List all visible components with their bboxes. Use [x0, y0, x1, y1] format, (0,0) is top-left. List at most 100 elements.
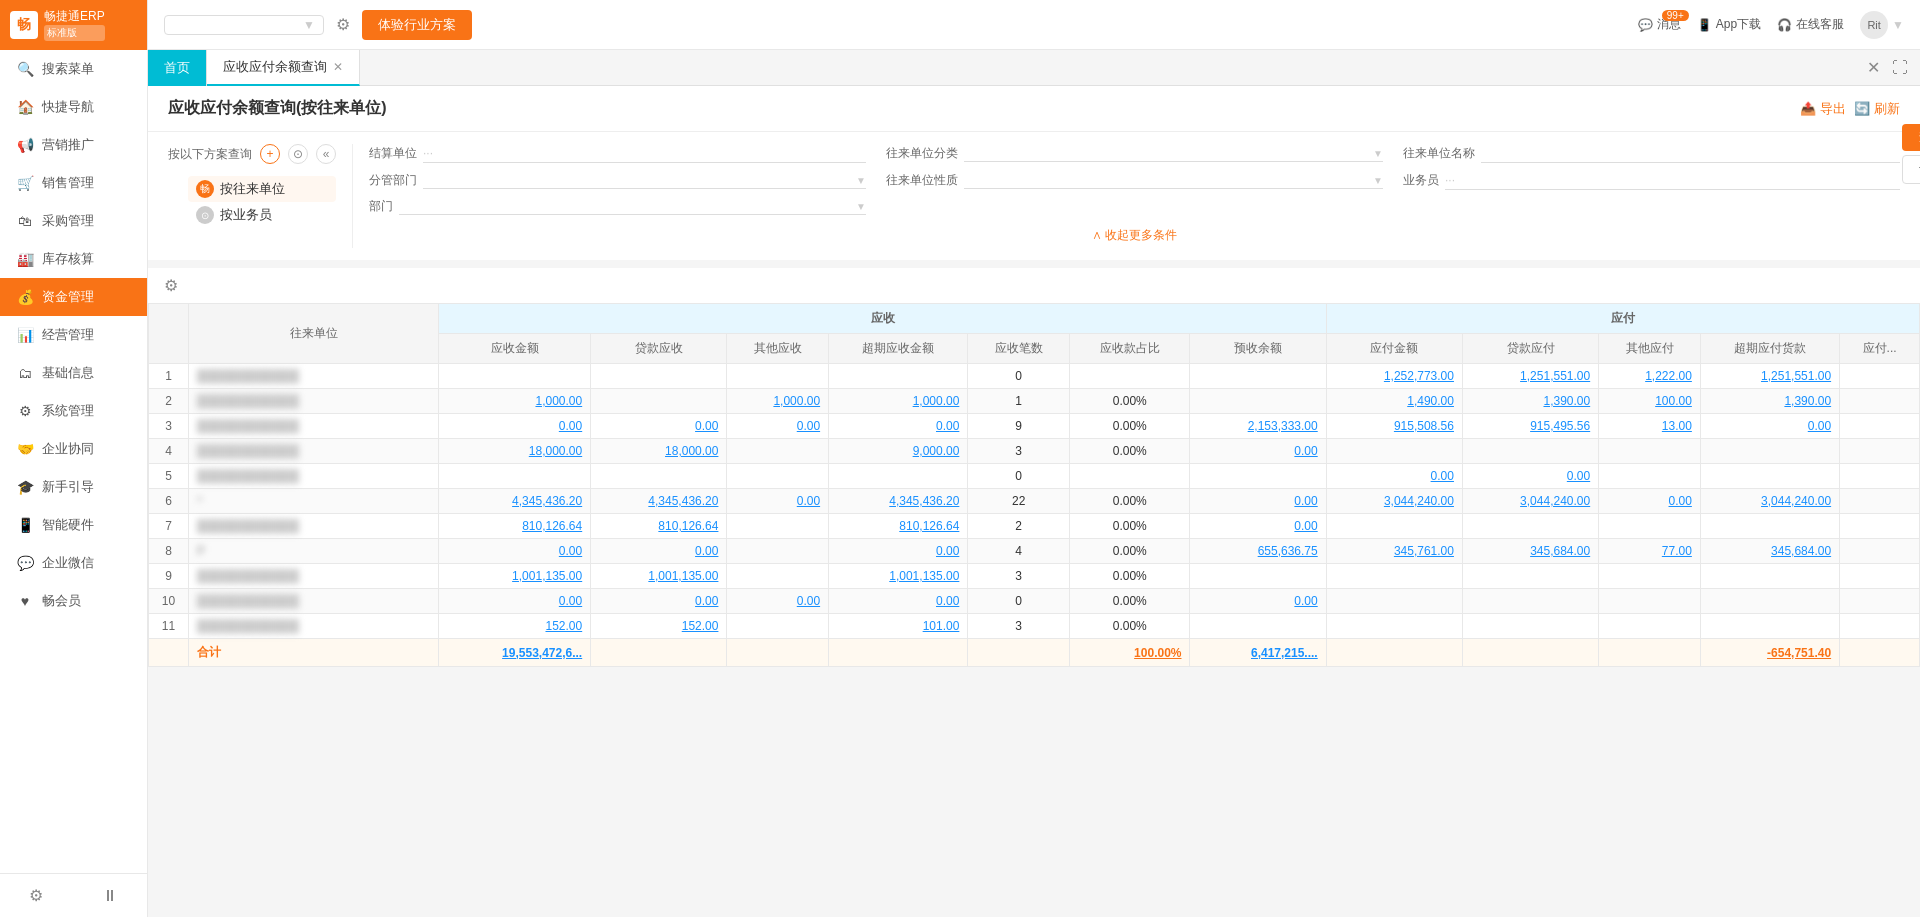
table-cell[interactable]: 1,001,135.00 [439, 564, 591, 589]
table-cell[interactable]: 77.00 [1599, 539, 1701, 564]
sidebar-item-hardware[interactable]: 📱 智能硬件 [0, 506, 147, 544]
sidebar-item-wechat[interactable]: 💬 企业微信 [0, 544, 147, 582]
sidebar-item-purchase[interactable]: 🛍 采购管理 [0, 202, 147, 240]
filter-add-btn[interactable]: + [260, 144, 280, 164]
solution-button[interactable]: 体验行业方案 [362, 10, 472, 40]
table-cell[interactable]: 0.00 [829, 414, 968, 439]
settlement-input[interactable]: ··· [423, 144, 866, 163]
table-cell[interactable]: 0.00 [727, 489, 829, 514]
table-cell[interactable]: 345,684.00 [1700, 539, 1839, 564]
table-cell[interactable]: 9,000.00 [829, 439, 968, 464]
table-cell[interactable]: 18,000.00 [439, 439, 591, 464]
search-input[interactable] [173, 18, 303, 32]
subfilter-by-partner[interactable]: 畅 按往来单位 [188, 176, 336, 202]
sidebar-item-shortcut[interactable]: 🏠 快捷导航 [0, 88, 147, 126]
table-cell[interactable]: 152.00 [439, 614, 591, 639]
tab-home[interactable]: 首页 [148, 50, 207, 86]
dept-input[interactable]: ▼ [399, 199, 866, 215]
table-cell[interactable]: 0.00 [1190, 439, 1326, 464]
messages-btn[interactable]: 💬 消息 99+ [1638, 16, 1681, 33]
table-cell[interactable]: 4,345,436.20 [829, 489, 968, 514]
topbar-search-box[interactable]: ▼ [164, 15, 324, 35]
table-cell[interactable]: 1,390.00 [1700, 389, 1839, 414]
table-cell[interactable]: 0.00 [1700, 414, 1839, 439]
table-cell[interactable]: 18,000.00 [591, 439, 727, 464]
table-cell[interactable]: 0.00 [727, 589, 829, 614]
table-cell[interactable]: 810,126.64 [591, 514, 727, 539]
refresh-btn[interactable]: 🔄 刷新 [1854, 100, 1900, 118]
table-settings-icon[interactable]: ⚙ [164, 276, 178, 295]
table-cell[interactable]: 3,044,240.00 [1326, 489, 1462, 514]
table-cell[interactable]: 1,251,551.00 [1700, 364, 1839, 389]
table-cell[interactable]: 0.00 [1190, 514, 1326, 539]
partner-name-input[interactable] [1481, 144, 1900, 163]
sidebar-item-operations[interactable]: 📊 经营管理 [0, 316, 147, 354]
table-cell[interactable]: 0.00 [439, 414, 591, 439]
tab-receivable[interactable]: 应收应付余额查询 ✕ [207, 50, 360, 86]
table-cell[interactable]: 3,044,240.00 [1700, 489, 1839, 514]
sidebar-item-collab[interactable]: 🤝 企业协同 [0, 430, 147, 468]
sidebar-item-system[interactable]: ⚙ 系统管理 [0, 392, 147, 430]
filter-collapse-btn[interactable]: ∧ 收起更多条件 [369, 223, 1900, 248]
table-cell[interactable]: 1,490.00 [1326, 389, 1462, 414]
table-cell[interactable]: 1,222.00 [1599, 364, 1701, 389]
table-cell[interactable]: 4,345,436.20 [439, 489, 591, 514]
table-cell[interactable]: 0.00 [1462, 464, 1598, 489]
sidebar-item-member[interactable]: ♥ 畅会员 [0, 582, 147, 620]
settings-button[interactable]: 设置 [1902, 155, 1920, 184]
table-cell[interactable]: 0.00 [829, 589, 968, 614]
sidebar-item-inventory[interactable]: 🏭 库存核算 [0, 240, 147, 278]
table-cell[interactable]: 655,636.75 [1190, 539, 1326, 564]
footer-overdue-payable[interactable]: -654,751.40 [1700, 639, 1839, 667]
partner-type-input[interactable]: ▼ [964, 146, 1383, 162]
table-cell[interactable]: 915,495.56 [1462, 414, 1598, 439]
table-cell[interactable]: 0.00 [829, 539, 968, 564]
table-cell[interactable]: 0.00 [439, 589, 591, 614]
table-cell[interactable]: 0.00 [591, 414, 727, 439]
table-cell[interactable]: 4,345,436.20 [591, 489, 727, 514]
table-cell[interactable]: 1,000.00 [829, 389, 968, 414]
tab-close-icon[interactable]: ✕ [333, 60, 343, 74]
table-cell[interactable]: 1,001,135.00 [829, 564, 968, 589]
table-cell[interactable]: 345,684.00 [1462, 539, 1598, 564]
table-cell[interactable]: 0.00 [1599, 489, 1701, 514]
table-cell[interactable]: 13.00 [1599, 414, 1701, 439]
topbar-gear-icon[interactable]: ⚙ [336, 15, 350, 34]
table-cell[interactable]: 1,001,135.00 [591, 564, 727, 589]
table-cell[interactable]: 810,126.64 [439, 514, 591, 539]
table-cell[interactable]: 101.00 [829, 614, 968, 639]
sidebar-item-search[interactable]: 🔍 搜索菜单 [0, 50, 147, 88]
dept-manager-input[interactable]: ▼ [423, 173, 866, 189]
table-scroll[interactable]: 往来单位 应收 应付 应收金额 贷款应收 其他应收 超期应收金额 应收笔数 应收… [148, 303, 1920, 667]
query-button[interactable]: 查询 [1902, 124, 1920, 151]
user-area[interactable]: Rit ▼ [1860, 11, 1904, 39]
table-cell[interactable]: 0.00 [727, 414, 829, 439]
app-download-btn[interactable]: 📱 App下载 [1697, 16, 1761, 33]
close-window-btn[interactable]: ✕ [1863, 58, 1884, 77]
footer-prepaid-balance[interactable]: 6,417,215.... [1190, 639, 1326, 667]
table-cell[interactable]: 152.00 [591, 614, 727, 639]
export-btn[interactable]: 📤 导出 [1800, 100, 1846, 118]
table-cell[interactable]: 0.00 [1326, 464, 1462, 489]
table-cell[interactable]: 1,390.00 [1462, 389, 1598, 414]
table-cell[interactable]: 0.00 [1190, 489, 1326, 514]
partner-nature-input[interactable]: ▼ [964, 173, 1383, 189]
subfilter-by-salesman[interactable]: ⊙ 按业务员 [188, 202, 336, 228]
sidebar-item-sales[interactable]: 🛒 销售管理 [0, 164, 147, 202]
table-cell[interactable]: 0.00 [591, 589, 727, 614]
filter-collapse-icon[interactable]: « [316, 144, 336, 164]
table-cell[interactable]: 0.00 [591, 539, 727, 564]
settings-bottom-btn[interactable]: ⚙ [21, 882, 51, 909]
footer-receivable-amount[interactable]: 19,553,472,6... [439, 639, 591, 667]
collapse-sidebar-btn[interactable]: ⏸ [94, 883, 126, 909]
filter-settings-icon[interactable]: ⊙ [288, 144, 308, 164]
table-cell[interactable]: 1,252,773.00 [1326, 364, 1462, 389]
sidebar-item-capital[interactable]: 💰 资金管理 [0, 278, 147, 316]
table-cell[interactable]: 2,153,333.00 [1190, 414, 1326, 439]
table-cell[interactable]: 100.00 [1599, 389, 1701, 414]
table-cell[interactable]: 0.00 [439, 539, 591, 564]
table-cell[interactable]: 345,761.00 [1326, 539, 1462, 564]
table-cell[interactable]: 810,126.64 [829, 514, 968, 539]
online-service-btn[interactable]: 🎧 在线客服 [1777, 16, 1844, 33]
salesman-input[interactable]: ··· [1445, 171, 1900, 190]
